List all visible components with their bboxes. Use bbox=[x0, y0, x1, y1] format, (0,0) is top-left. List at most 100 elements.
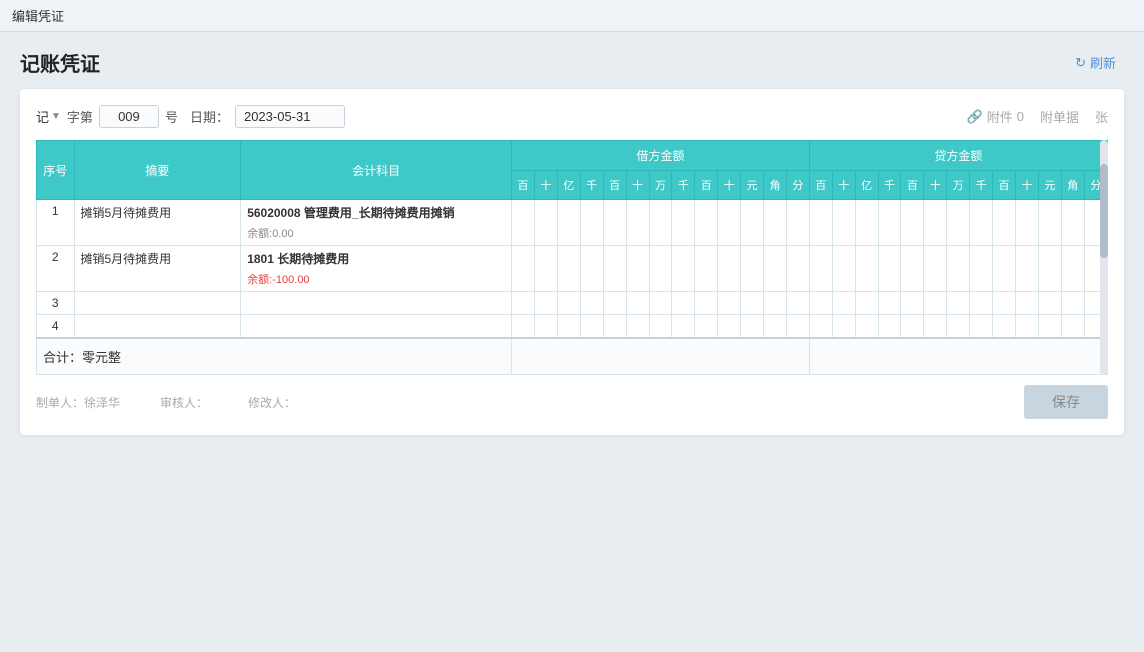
debit-cell-2-6[interactable] bbox=[649, 292, 672, 315]
row-account-2[interactable] bbox=[241, 292, 512, 315]
credit-cell-1-2[interactable] bbox=[855, 246, 878, 292]
date-input[interactable] bbox=[235, 105, 345, 128]
debit-cell-3-12[interactable] bbox=[786, 315, 809, 339]
debit-cell-1-7[interactable] bbox=[672, 246, 695, 292]
credit-cell-3-4[interactable] bbox=[901, 315, 924, 339]
debit-cell-2-1[interactable] bbox=[534, 292, 557, 315]
credit-cell-0-6[interactable] bbox=[947, 200, 970, 246]
debit-cell-3-3[interactable] bbox=[580, 315, 603, 339]
debit-cell-1-12[interactable] bbox=[786, 246, 809, 292]
debit-cell-1-0[interactable] bbox=[512, 246, 535, 292]
debit-cell-3-8[interactable] bbox=[695, 315, 718, 339]
credit-cell-3-3[interactable] bbox=[878, 315, 901, 339]
credit-cell-3-0[interactable] bbox=[809, 315, 832, 339]
credit-cell-3-6[interactable] bbox=[947, 315, 970, 339]
credit-cell-3-7[interactable] bbox=[970, 315, 993, 339]
credit-cell-1-10[interactable] bbox=[1038, 246, 1061, 292]
debit-cell-0-9[interactable] bbox=[718, 200, 741, 246]
type-select[interactable]: 记 ▼ bbox=[36, 107, 61, 126]
attachment-link[interactable]: 🔗 附件 0 bbox=[967, 107, 1024, 126]
credit-cell-1-6[interactable] bbox=[947, 246, 970, 292]
debit-cell-3-5[interactable] bbox=[626, 315, 649, 339]
debit-cell-1-11[interactable] bbox=[764, 246, 787, 292]
credit-cell-1-3[interactable] bbox=[878, 246, 901, 292]
credit-cell-1-11[interactable] bbox=[1061, 246, 1084, 292]
scroll-thumb[interactable] bbox=[1100, 164, 1108, 258]
debit-cell-1-9[interactable] bbox=[718, 246, 741, 292]
credit-cell-0-11[interactable] bbox=[1061, 200, 1084, 246]
credit-cell-0-8[interactable] bbox=[993, 200, 1016, 246]
credit-cell-3-8[interactable] bbox=[993, 315, 1016, 339]
credit-cell-2-4[interactable] bbox=[901, 292, 924, 315]
debit-cell-2-4[interactable] bbox=[603, 292, 626, 315]
credit-cell-2-6[interactable] bbox=[947, 292, 970, 315]
credit-cell-1-8[interactable] bbox=[993, 246, 1016, 292]
debit-cell-3-7[interactable] bbox=[672, 315, 695, 339]
credit-cell-1-5[interactable] bbox=[924, 246, 947, 292]
row-summary-0[interactable]: 摊销5月待摊费用 bbox=[74, 200, 241, 246]
credit-cell-2-10[interactable] bbox=[1038, 292, 1061, 315]
debit-cell-0-3[interactable] bbox=[580, 200, 603, 246]
debit-cell-2-10[interactable] bbox=[741, 292, 764, 315]
debit-cell-0-0[interactable] bbox=[512, 200, 535, 246]
debit-cell-2-7[interactable] bbox=[672, 292, 695, 315]
credit-cell-0-2[interactable] bbox=[855, 200, 878, 246]
fujundan-label[interactable]: 附单据 bbox=[1040, 107, 1079, 126]
credit-cell-0-7[interactable] bbox=[970, 200, 993, 246]
debit-cell-1-8[interactable] bbox=[695, 246, 718, 292]
debit-cell-0-12[interactable] bbox=[786, 200, 809, 246]
credit-cell-3-5[interactable] bbox=[924, 315, 947, 339]
row-account-3[interactable] bbox=[241, 315, 512, 339]
debit-cell-0-5[interactable] bbox=[626, 200, 649, 246]
credit-cell-1-7[interactable] bbox=[970, 246, 993, 292]
debit-cell-3-11[interactable] bbox=[764, 315, 787, 339]
debit-cell-2-2[interactable] bbox=[557, 292, 580, 315]
credit-cell-2-2[interactable] bbox=[855, 292, 878, 315]
row-summary-1[interactable]: 摊销5月待摊费用 bbox=[74, 246, 241, 292]
debit-cell-2-8[interactable] bbox=[695, 292, 718, 315]
credit-cell-3-2[interactable] bbox=[855, 315, 878, 339]
debit-cell-3-6[interactable] bbox=[649, 315, 672, 339]
debit-cell-3-1[interactable] bbox=[534, 315, 557, 339]
debit-cell-1-4[interactable] bbox=[603, 246, 626, 292]
credit-cell-0-4[interactable] bbox=[901, 200, 924, 246]
debit-cell-3-0[interactable] bbox=[512, 315, 535, 339]
debit-cell-1-1[interactable] bbox=[534, 246, 557, 292]
debit-cell-0-4[interactable] bbox=[603, 200, 626, 246]
debit-cell-2-12[interactable] bbox=[786, 292, 809, 315]
credit-cell-1-0[interactable] bbox=[809, 246, 832, 292]
debit-cell-3-2[interactable] bbox=[557, 315, 580, 339]
debit-cell-2-3[interactable] bbox=[580, 292, 603, 315]
credit-cell-2-5[interactable] bbox=[924, 292, 947, 315]
voucher-number-input[interactable] bbox=[99, 105, 159, 128]
credit-cell-2-11[interactable] bbox=[1061, 292, 1084, 315]
row-summary-2[interactable] bbox=[74, 292, 241, 315]
debit-cell-2-11[interactable] bbox=[764, 292, 787, 315]
debit-cell-0-6[interactable] bbox=[649, 200, 672, 246]
credit-cell-3-11[interactable] bbox=[1061, 315, 1084, 339]
debit-cell-1-10[interactable] bbox=[741, 246, 764, 292]
credit-cell-0-10[interactable] bbox=[1038, 200, 1061, 246]
debit-cell-1-2[interactable] bbox=[557, 246, 580, 292]
credit-cell-0-9[interactable] bbox=[1016, 200, 1039, 246]
credit-cell-0-5[interactable] bbox=[924, 200, 947, 246]
credit-cell-1-9[interactable] bbox=[1016, 246, 1039, 292]
debit-cell-0-7[interactable] bbox=[672, 200, 695, 246]
credit-cell-0-1[interactable] bbox=[832, 200, 855, 246]
credit-cell-2-3[interactable] bbox=[878, 292, 901, 315]
credit-cell-2-9[interactable] bbox=[1016, 292, 1039, 315]
row-summary-3[interactable] bbox=[74, 315, 241, 339]
debit-cell-2-0[interactable] bbox=[512, 292, 535, 315]
credit-cell-2-7[interactable] bbox=[970, 292, 993, 315]
refresh-button[interactable]: ↻ 刷新 bbox=[1067, 49, 1124, 76]
credit-cell-2-1[interactable] bbox=[832, 292, 855, 315]
debit-cell-3-10[interactable] bbox=[741, 315, 764, 339]
debit-cell-0-2[interactable] bbox=[557, 200, 580, 246]
credit-cell-1-1[interactable] bbox=[832, 246, 855, 292]
credit-cell-0-0[interactable] bbox=[809, 200, 832, 246]
credit-cell-0-3[interactable] bbox=[878, 200, 901, 246]
debit-cell-2-5[interactable] bbox=[626, 292, 649, 315]
debit-cell-2-9[interactable] bbox=[718, 292, 741, 315]
row-account-0[interactable]: 56020008 管理费用_长期待摊费用摊销余额:0.00 bbox=[241, 200, 512, 246]
debit-cell-1-3[interactable] bbox=[580, 246, 603, 292]
